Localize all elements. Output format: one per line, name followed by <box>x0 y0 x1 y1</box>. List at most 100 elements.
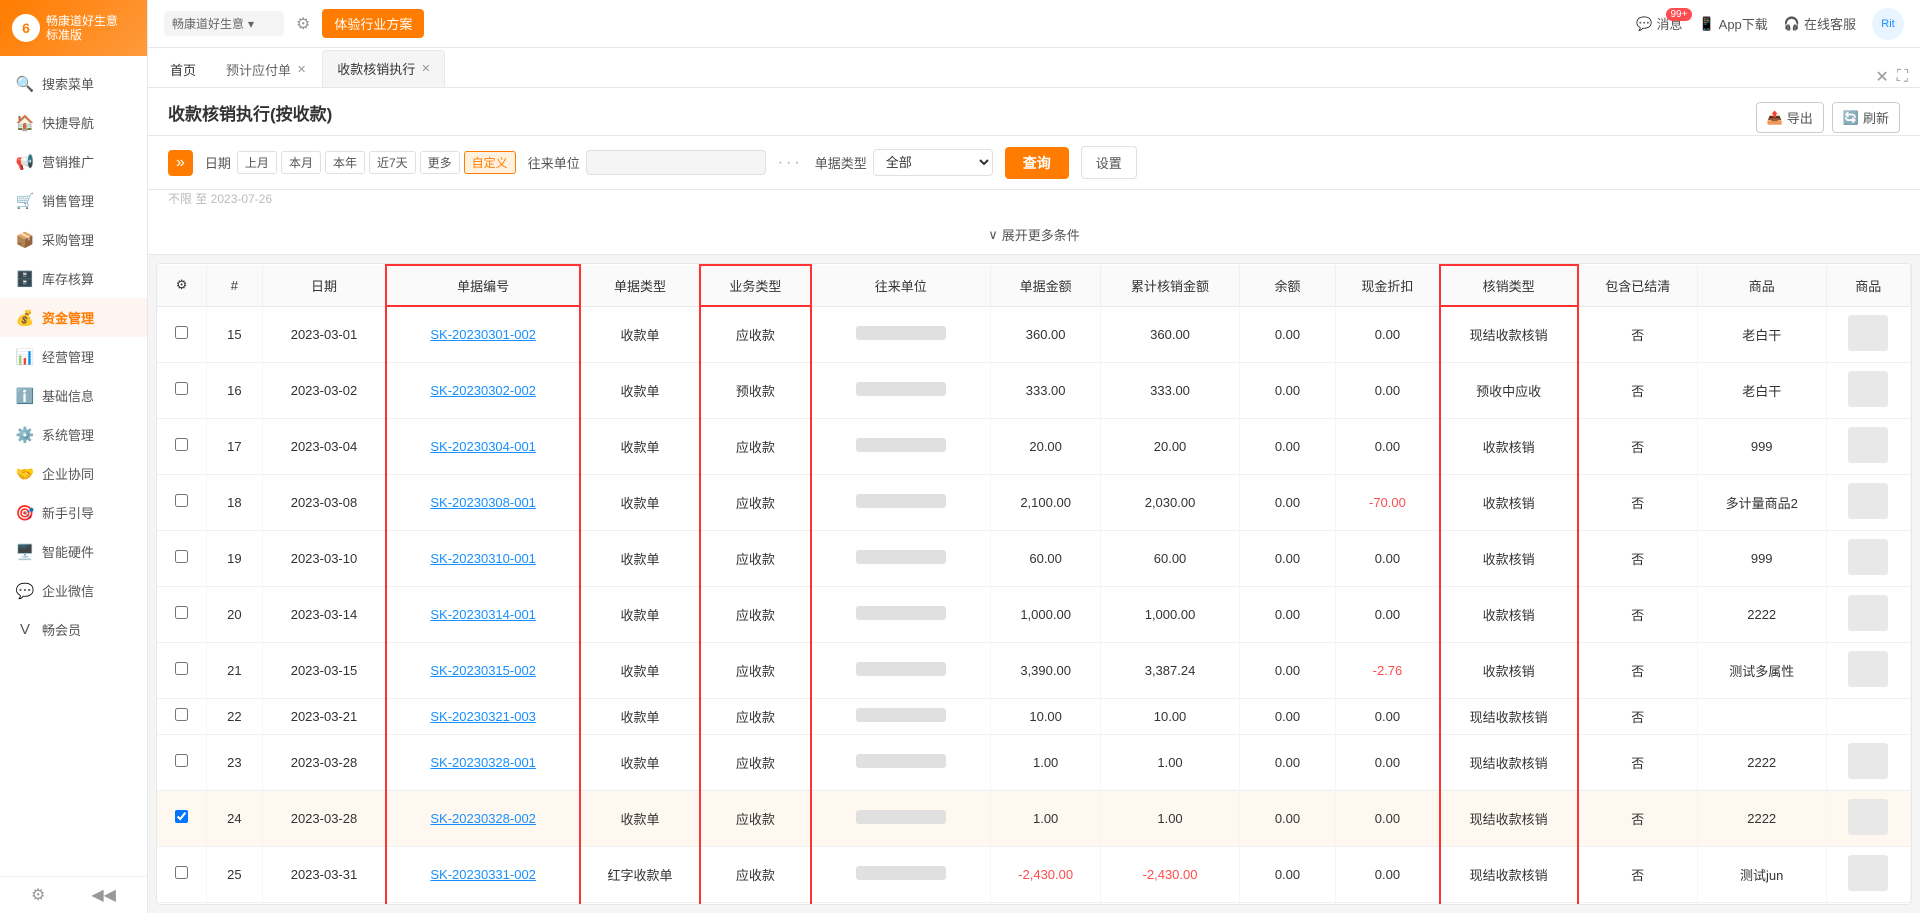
data-table-container[interactable]: ⚙ # 日期 单据编号 单据类型 业务类型 往来单位 单据金额 累计核销金额 余… <box>156 263 1912 905</box>
cell-date: 2023-03-28 <box>262 734 386 790</box>
company-dropdown[interactable]: 畅康道好生意 ▾ <box>164 11 284 36</box>
cell-docno[interactable]: SK-20230308-001 <box>386 474 579 530</box>
query-btn[interactable]: 查询 <box>1005 147 1069 179</box>
cell-docno[interactable]: SK-20230403-002 <box>386 902 579 905</box>
cell-checkbox[interactable] <box>157 698 207 734</box>
online-service-btn[interactable]: 🎧 在线客服 <box>1784 14 1856 33</box>
settings-btn[interactable]: 设置 <box>1081 146 1137 179</box>
table-row[interactable]: 16 2023-03-02 SK-20230302-002 收款单 预收款 33… <box>157 362 1911 418</box>
cell-goods: 2222 <box>1697 790 1826 846</box>
cell-checkbox[interactable] <box>157 790 207 846</box>
cell-goods2 <box>1826 586 1910 642</box>
cell-writeoff-type: 现结收款核销 <box>1440 698 1578 734</box>
cell-docno[interactable]: SK-20230321-003 <box>386 698 579 734</box>
page-header: 收款核销执行(按收款) 📤 导出 🔄 刷新 <box>148 88 1920 136</box>
maximize-icon[interactable]: ⛶ <box>1897 68 1908 86</box>
export-btn[interactable]: 📤 导出 <box>1756 102 1824 133</box>
col-settings-icon[interactable]: ⚙ <box>176 277 188 292</box>
gear-icon[interactable]: ⚙ <box>296 14 310 34</box>
unit-filter-input[interactable] <box>586 150 766 175</box>
cell-checkbox[interactable] <box>157 734 207 790</box>
close-window-icon[interactable]: ✕ <box>1875 67 1888 87</box>
cell-checkbox[interactable] <box>157 902 207 905</box>
cell-checkbox[interactable] <box>157 642 207 698</box>
cell-checkbox[interactable] <box>157 474 207 530</box>
collapse-icon[interactable]: ◀◀ <box>91 885 116 905</box>
table-row[interactable]: 15 2023-03-01 SK-20230301-002 收款单 应收款 36… <box>157 306 1911 362</box>
sidebar-item-label-finance: 资金管理 <box>42 308 94 327</box>
sidebar-item-label-vip: 畅会员 <box>42 620 81 639</box>
messages-btn[interactable]: 💬 消息 99+ <box>1636 14 1682 33</box>
table-row[interactable]: 26 2023-04-03 SK-20230403-002 收款单 预收款 20… <box>157 902 1911 905</box>
sidebar-item-purchase[interactable]: 📦 采购管理 <box>0 220 147 259</box>
cell-checkbox[interactable] <box>157 586 207 642</box>
sidebar-item-basic-info[interactable]: ℹ️ 基础信息 <box>0 376 147 415</box>
user-avatar[interactable]: Rit <box>1872 8 1904 40</box>
table-row[interactable]: 19 2023-03-10 SK-20230310-001 收款单 应收款 60… <box>157 530 1911 586</box>
sidebar-item-guide[interactable]: 🎯 新手引导 <box>0 493 147 532</box>
cell-checkbox[interactable] <box>157 846 207 902</box>
table-row[interactable]: 22 2023-03-21 SK-20230321-003 收款单 应收款 10… <box>157 698 1911 734</box>
table-row[interactable]: 20 2023-03-14 SK-20230314-001 收款单 应收款 1,… <box>157 586 1911 642</box>
prepay-tab-close[interactable]: ✕ <box>297 63 306 76</box>
sidebar-item-sales[interactable]: 🛒 销售管理 <box>0 181 147 220</box>
col-settings[interactable]: ⚙ <box>157 265 207 306</box>
sidebar-item-enterprise[interactable]: 🤝 企业协同 <box>0 454 147 493</box>
sidebar-item-wechat[interactable]: 💬 企业微信 <box>0 571 147 610</box>
date-custom-btn[interactable]: 自定义 <box>464 151 516 174</box>
expand-more-btn[interactable]: ∨ 展开更多条件 <box>976 219 1092 250</box>
collection-tab-close[interactable]: ✕ <box>421 62 430 75</box>
cell-docno[interactable]: SK-20230331-002 <box>386 846 579 902</box>
table-row[interactable]: 21 2023-03-15 SK-20230315-002 收款单 应收款 3,… <box>157 642 1911 698</box>
sidebar-item-search[interactable]: 🔍 搜索菜单 <box>0 64 147 103</box>
sidebar-item-hardware[interactable]: 🖥️ 智能硬件 <box>0 532 147 571</box>
cell-checkbox[interactable] <box>157 306 207 362</box>
table-row[interactable]: 17 2023-03-04 SK-20230304-001 收款单 应收款 20… <box>157 418 1911 474</box>
tab-prepay[interactable]: 预计应付单 ✕ <box>212 52 320 87</box>
sidebar-item-inventory[interactable]: 🗄️ 库存核算 <box>0 259 147 298</box>
date-btn-this-month[interactable]: 本月 <box>281 151 321 174</box>
table-row[interactable]: 25 2023-03-31 SK-20230331-002 红字收款单 应收款 … <box>157 846 1911 902</box>
cell-docno[interactable]: SK-20230315-002 <box>386 642 579 698</box>
app-download-btn[interactable]: 📱 App下载 <box>1698 14 1767 33</box>
cell-docno[interactable]: SK-20230301-002 <box>386 306 579 362</box>
sidebar-item-label-marketing: 营销推广 <box>42 152 94 171</box>
sidebar-item-vip[interactable]: V 畅会员 <box>0 610 147 649</box>
filter-toggle-btn[interactable]: » <box>168 150 193 176</box>
cell-checkbox[interactable] <box>157 418 207 474</box>
cell-checkbox[interactable] <box>157 362 207 418</box>
settings-footer-icon[interactable]: ⚙ <box>31 885 45 905</box>
sidebar-item-marketing[interactable]: 📢 营销推广 <box>0 142 147 181</box>
type-filter-select[interactable]: 全部 收款单 红字收款单 <box>873 149 993 176</box>
date-btn-last-month[interactable]: 上月 <box>237 151 277 174</box>
date-filter-label: 日期 <box>205 153 231 172</box>
hardware-icon: 🖥️ <box>16 543 34 561</box>
cell-docno[interactable]: SK-20230304-001 <box>386 418 579 474</box>
cell-docno[interactable]: SK-20230302-002 <box>386 362 579 418</box>
cell-rownum: 15 <box>207 306 262 362</box>
col-cash-discount: 现金折扣 <box>1336 265 1440 306</box>
refresh-btn[interactable]: 🔄 刷新 <box>1832 102 1900 133</box>
tab-collection[interactable]: 收款核销执行 ✕ <box>322 50 445 87</box>
cell-docno[interactable]: SK-20230314-001 <box>386 586 579 642</box>
tab-home[interactable]: 首页 <box>156 52 210 87</box>
cell-docno[interactable]: SK-20230328-001 <box>386 734 579 790</box>
cell-writeoff-type: 收款核销 <box>1440 530 1578 586</box>
cell-docno[interactable]: SK-20230310-001 <box>386 530 579 586</box>
cell-biztype: 应收款 <box>700 790 811 846</box>
date-btn-7days[interactable]: 近7天 <box>369 151 416 174</box>
table-row[interactable]: 23 2023-03-28 SK-20230328-001 收款单 应收款 1.… <box>157 734 1911 790</box>
date-btn-this-year[interactable]: 本年 <box>325 151 365 174</box>
date-btn-more[interactable]: 更多 <box>420 151 460 174</box>
cell-goods: 999 <box>1697 530 1826 586</box>
solution-btn[interactable]: 体验行业方案 <box>322 9 424 38</box>
cell-docno[interactable]: SK-20230328-002 <box>386 790 579 846</box>
sidebar-item-operations[interactable]: 📊 经营管理 <box>0 337 147 376</box>
sidebar-item-quick-nav[interactable]: 🏠 快捷导航 <box>0 103 147 142</box>
sidebar-item-system[interactable]: ⚙️ 系统管理 <box>0 415 147 454</box>
cell-checkbox[interactable] <box>157 530 207 586</box>
cell-rownum: 20 <box>207 586 262 642</box>
sidebar-item-finance[interactable]: 💰 资金管理 <box>0 298 147 337</box>
table-row[interactable]: 24 2023-03-28 SK-20230328-002 收款单 应收款 1.… <box>157 790 1911 846</box>
table-row[interactable]: 18 2023-03-08 SK-20230308-001 收款单 应收款 2,… <box>157 474 1911 530</box>
